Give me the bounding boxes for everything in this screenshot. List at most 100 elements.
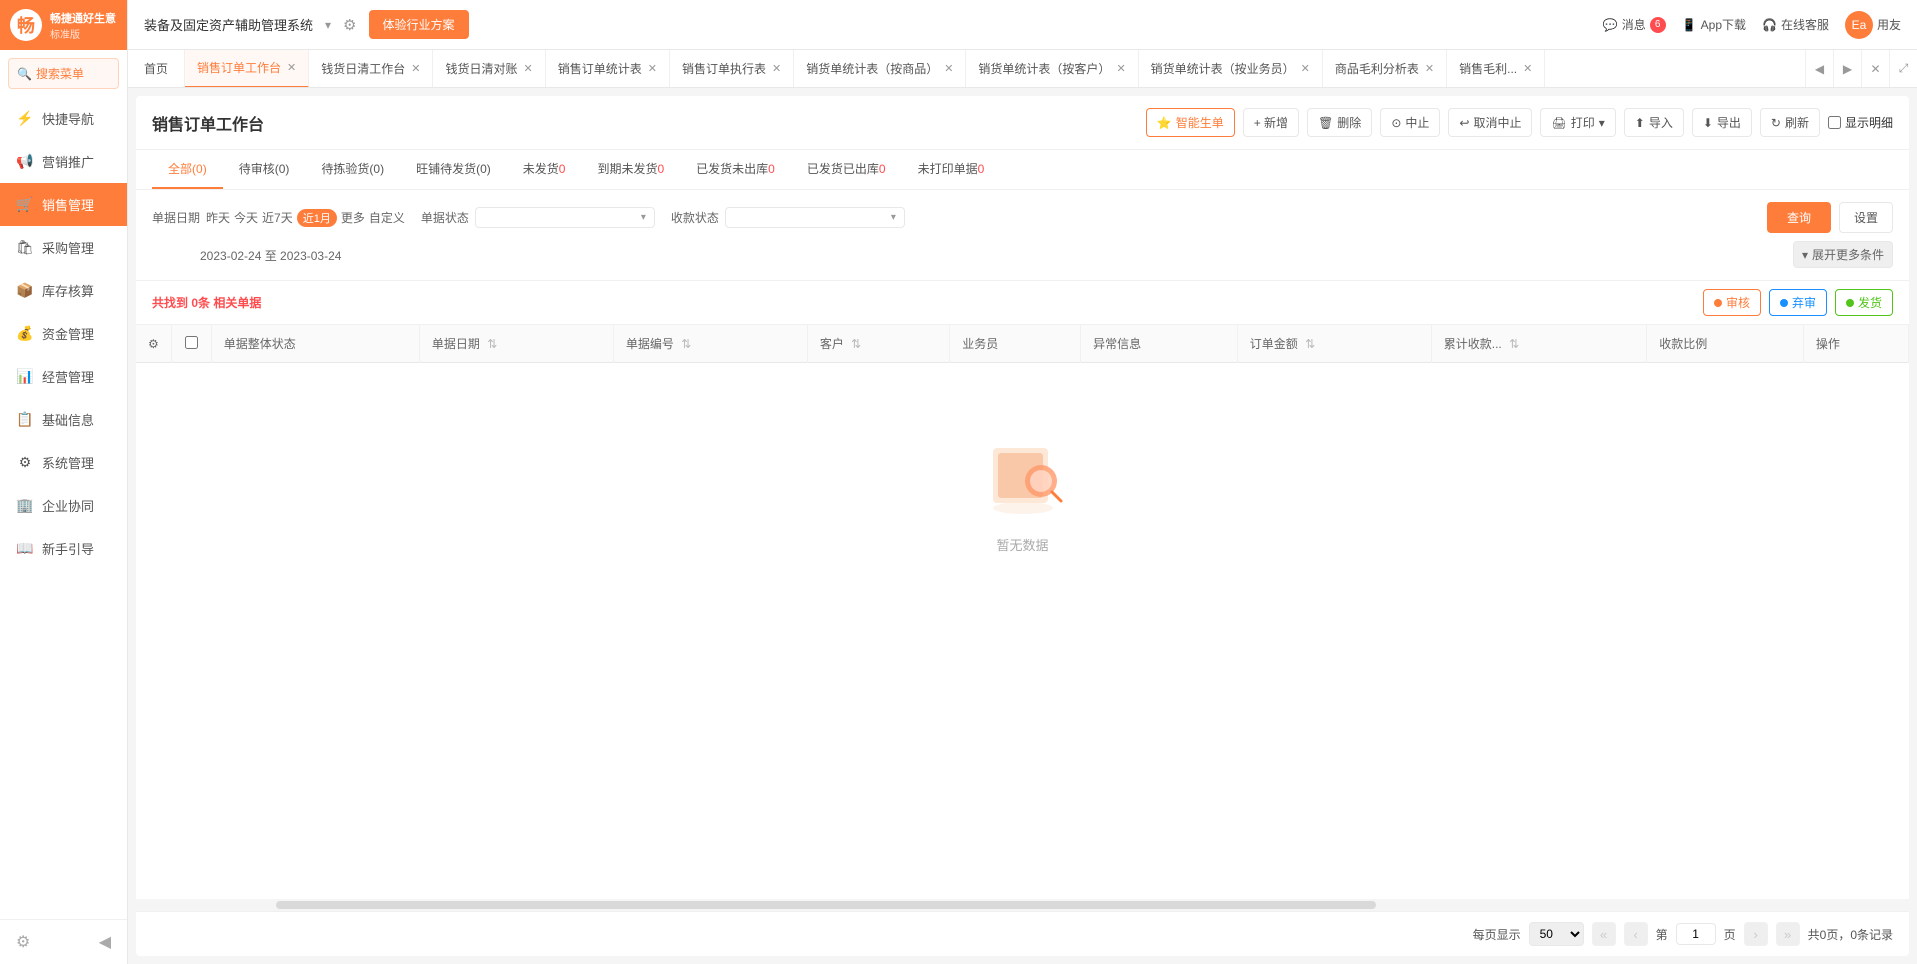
payment-select[interactable]: ▾ [725,207,905,228]
show-detail-checkbox-wrap[interactable]: 显示明细 [1828,114,1893,131]
messages-button[interactable]: 💬 消息 6 [1603,16,1666,33]
search-menu-button[interactable]: 🔍 搜索菜单 [8,58,119,89]
sidebar-sales[interactable]: 🛒 销售管理 [0,183,127,226]
date-yesterday[interactable]: 昨天 [206,209,230,226]
tab-sales-stat-product[interactable]: 销货单统计表（按商品） ✕ [794,50,966,88]
smart-create-label: 智能生单 [1176,114,1224,131]
sub-tab-shipped-out[interactable]: 已发货已出库0 [791,150,902,189]
tab-cash-reconcile[interactable]: 钱货日清对账 ✕ [433,50,545,88]
cancel-audit-button[interactable]: 弃审 [1769,289,1827,316]
settings-button[interactable]: 设置 [1839,202,1893,233]
th-amount-sort[interactable]: ⇅ [1305,337,1315,351]
date-1month[interactable]: 近1月 [297,209,337,227]
tab-sales-stat-customer-close[interactable]: ✕ [1116,62,1125,75]
solution-button[interactable]: 体验行业方案 [369,10,469,39]
tabs-next-button[interactable]: ▶ [1833,50,1861,88]
tab-cash-daily-close[interactable]: ✕ [411,62,420,75]
tab-sales-stat-staff-close[interactable]: ✕ [1301,62,1310,75]
add-button-label: + 新增 [1254,114,1288,131]
sidebar-finance[interactable]: 💰 资金管理 [0,312,127,355]
sub-tab-pending-audit[interactable]: 待审核(0) [223,150,306,189]
select-all-checkbox[interactable] [185,336,198,349]
sub-tab-pending-check[interactable]: 待拣验货(0) [305,150,400,189]
query-button[interactable]: 查询 [1767,202,1831,233]
show-detail-checkbox[interactable] [1828,116,1841,129]
sub-tab-expired-not-shipped[interactable]: 到期未发货0 [581,150,680,189]
phone-icon: 📱 [1682,18,1697,32]
tab-sales-more[interactable]: 销售毛利... ✕ [1447,50,1545,88]
empty-state: 暂无数据 [136,363,1909,614]
tab-sales-workbench-close[interactable]: ✕ [287,61,296,74]
scrollbar-thumb[interactable] [276,901,1376,909]
sidebar-guide[interactable]: 📖 新手引导 [0,527,127,570]
sub-tab-shipped-not-out[interactable]: 已发货未出库0 [680,150,791,189]
tab-sales-workbench[interactable]: 销售订单工作台 ✕ [185,50,309,88]
sidebar-basic-info[interactable]: 📋 基础信息 [0,398,127,441]
topbar-dropdown-arrow[interactable]: ▾ [325,18,331,32]
sidebar-enterprise[interactable]: 🏢 企业协同 [0,484,127,527]
tab-gross-profit[interactable]: 商品毛利分析表 ✕ [1323,50,1447,88]
sub-tab-wangpu[interactable]: 旺铺待发货(0) [400,150,507,189]
tab-gross-profit-close[interactable]: ✕ [1425,62,1434,75]
delete-button[interactable]: 🗑 删除 [1307,108,1372,137]
print-button[interactable]: 🖨 打印 ▾ [1540,108,1615,137]
export-button[interactable]: ⬇ 导出 [1692,108,1752,137]
settings-icon[interactable]: ⚙ [148,337,159,351]
th-collected-sort[interactable]: ⇅ [1509,337,1519,351]
sidebar-inventory[interactable]: 📦 库存核算 [0,269,127,312]
sub-tab-not-printed[interactable]: 未打印单据0 [902,150,1001,189]
refresh-button[interactable]: ↻ 刷新 [1760,108,1820,137]
per-page-select[interactable]: 10 20 50 100 [1529,922,1584,946]
sub-tab-not-shipped[interactable]: 未发货0 [507,150,582,189]
tab-sales-stat[interactable]: 销售订单统计表 ✕ [546,50,670,88]
th-customer-sort[interactable]: ⇅ [851,337,861,351]
pagination-next-button[interactable]: › [1744,922,1768,946]
pagination-last-button[interactable]: » [1776,922,1800,946]
pagination-page-input[interactable] [1676,923,1716,945]
tabs-prev-button[interactable]: ◀ [1805,50,1833,88]
stop-button[interactable]: ⊙ 中止 [1380,108,1440,137]
tab-sales-more-close[interactable]: ✕ [1523,62,1532,75]
topbar-settings-icon[interactable]: ⚙ [343,16,356,34]
tab-sales-exec-close[interactable]: ✕ [772,62,781,75]
tab-home[interactable]: 首页 [128,50,185,88]
tab-cash-daily[interactable]: 钱货日清工作台 ✕ [309,50,433,88]
user-menu[interactable]: Ea 用友 [1845,11,1901,39]
import-button[interactable]: ⬆ 导入 [1624,108,1684,137]
tab-sales-stat-customer[interactable]: 销货单统计表（按客户） ✕ [966,50,1138,88]
basic-info-label: 基础信息 [42,410,94,429]
ship-button[interactable]: 发货 [1835,289,1893,316]
pagination-prev-button[interactable]: ‹ [1624,922,1648,946]
sub-tab-all[interactable]: 全部(0) [152,150,223,189]
sidebar-system[interactable]: ⚙ 系统管理 [0,441,127,484]
tab-sales-stat-close[interactable]: ✕ [648,62,657,75]
date-7days[interactable]: 近7天 [262,209,293,226]
sidebar-operations[interactable]: 📊 经营管理 [0,355,127,398]
th-number-sort[interactable]: ⇅ [681,337,691,351]
collapse-icon[interactable]: ◀ [99,932,111,952]
sidebar-purchase[interactable]: 🛍 采购管理 [0,226,127,269]
cancel-stop-button[interactable]: ↩ 取消中止 [1448,108,1532,137]
smart-create-button[interactable]: ⭐ 智能生单 [1146,108,1235,137]
tab-sales-stat-product-close[interactable]: ✕ [944,62,953,75]
sidebar-quick-nav[interactable]: ⚡ 快捷导航 [0,97,127,140]
tab-sales-stat-staff[interactable]: 销货单统计表（按业务员） ✕ [1139,50,1323,88]
app-download-button[interactable]: 📱 App下载 [1682,16,1746,33]
tabs-fullscreen-button[interactable]: ⤢ [1889,50,1917,88]
tabs-close-all-button[interactable]: ✕ [1861,50,1889,88]
th-date-sort[interactable]: ⇅ [487,337,497,351]
online-service-button[interactable]: 🎧 在线客服 [1762,16,1829,33]
pagination-first-button[interactable]: « [1592,922,1616,946]
tab-sales-exec[interactable]: 销售订单执行表 ✕ [670,50,794,88]
add-button[interactable]: + 新增 [1243,108,1299,137]
status-select[interactable]: ▾ [475,207,655,228]
audit-button[interactable]: 审核 [1703,289,1761,316]
expand-button[interactable]: ▾ 展开更多条件 [1793,241,1893,268]
date-more[interactable]: 更多 [341,209,365,226]
date-custom[interactable]: 自定义 [369,209,405,226]
sidebar-marketing[interactable]: 📢 营销推广 [0,140,127,183]
tab-cash-reconcile-close[interactable]: ✕ [524,62,533,75]
settings-bottom-icon[interactable]: ⚙ [16,932,30,952]
date-today[interactable]: 今天 [234,209,258,226]
horizontal-scrollbar[interactable] [136,899,1909,911]
